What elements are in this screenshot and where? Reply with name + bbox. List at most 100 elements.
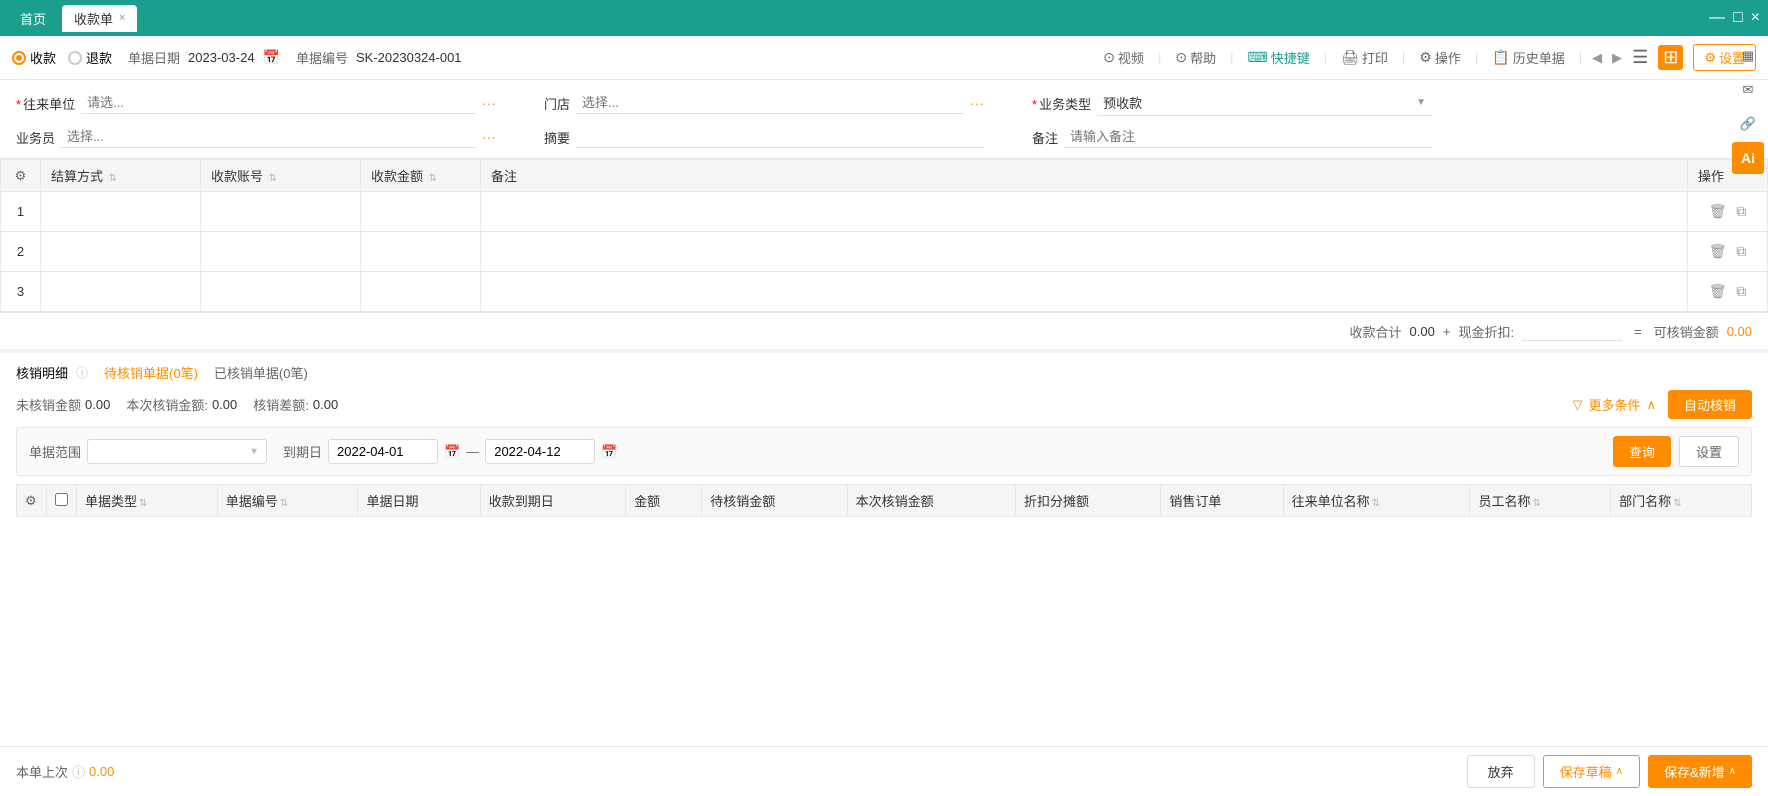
more-conditions-btn[interactable]: ▽ 更多条件 ∧ bbox=[1572, 395, 1656, 414]
discount-input[interactable] bbox=[1522, 321, 1622, 341]
window-minimize-btn[interactable]: — bbox=[1709, 9, 1725, 27]
table-settings-icon[interactable]: ⚙ bbox=[15, 168, 27, 183]
history-icon: 📋 bbox=[1492, 49, 1509, 66]
biz-type-chevron-icon: ▼ bbox=[1416, 97, 1426, 108]
print-btn[interactable]: 🖨 打印 bbox=[1337, 46, 1392, 69]
staff-input[interactable] bbox=[61, 126, 476, 148]
window-maximize-btn[interactable]: □ bbox=[1733, 9, 1743, 27]
remark-cell-2[interactable] bbox=[481, 232, 1688, 272]
auto-verify-btn[interactable]: 自动核销 bbox=[1668, 390, 1752, 419]
copy-row-2-icon[interactable]: ⧉ bbox=[1736, 243, 1746, 259]
nav-prev-icon[interactable]: ◀ bbox=[1592, 50, 1602, 66]
account-cell-3[interactable] bbox=[201, 272, 361, 312]
remark-cell-3[interactable] bbox=[481, 272, 1688, 312]
form-section: *往来单位 ··· 门店 ··· *业务类型 预收款 ▼ 业务员 bbox=[0, 80, 1768, 159]
nav-next-icon[interactable]: ▶ bbox=[1612, 50, 1622, 66]
account-cell-1[interactable] bbox=[201, 192, 361, 232]
window-close-btn[interactable]: × bbox=[1751, 9, 1760, 27]
video-btn[interactable]: ⊙ 视频 bbox=[1099, 46, 1148, 69]
doc-date-field: 单据日期 2023-03-24 📅 bbox=[128, 48, 280, 67]
help-icon: ⊙ bbox=[1175, 49, 1187, 66]
video-icon: ⊙ bbox=[1103, 49, 1115, 66]
save-new-btn[interactable]: 保存&新增 ∧ bbox=[1648, 755, 1752, 788]
settlement-cell-1[interactable] bbox=[41, 192, 201, 232]
amount-cell-3[interactable] bbox=[361, 272, 481, 312]
remark-cell-1[interactable] bbox=[481, 192, 1688, 232]
toolbar-right: ⊙ 视频 | ⊙ 帮助 | ⌨ 快捷键 | 🖨 打印 | ⚙ 操作 bbox=[1099, 44, 1756, 71]
range-field: 单据范围 ▼ bbox=[29, 439, 267, 464]
doc-no-value: SK-20230324-001 bbox=[356, 50, 462, 65]
link-icon: 🔗 bbox=[1740, 116, 1756, 132]
summary-input[interactable] bbox=[576, 126, 984, 148]
select-all-checkbox[interactable] bbox=[55, 493, 68, 506]
verify-table: ⚙ 单据类型⇅ 单据编号⇅ 单据日期 收款到期日 金额 待核销金额 本次核销金额… bbox=[16, 484, 1752, 517]
table-row: 3 🗑 ⧉ bbox=[1, 272, 1768, 312]
settlement-cell-2[interactable] bbox=[41, 232, 201, 272]
date-to-input[interactable] bbox=[485, 439, 595, 464]
save-new-chevron-icon: ∧ bbox=[1729, 766, 1736, 777]
counterpart-more-icon[interactable]: ··· bbox=[482, 95, 496, 111]
store-more-icon[interactable]: ··· bbox=[970, 95, 984, 111]
counterpart-input[interactable] bbox=[81, 92, 476, 114]
staff-more-icon[interactable]: ··· bbox=[482, 129, 496, 145]
bottom-table-container: ⚙ 单据类型⇅ 单据编号⇅ 单据日期 收款到期日 金额 待核销金额 本次核销金额… bbox=[16, 484, 1752, 736]
remark-input[interactable] bbox=[1064, 126, 1432, 148]
settlement-sort-icon: ⇅ bbox=[109, 173, 117, 184]
calendar-icon[interactable]: 📅 bbox=[263, 49, 280, 66]
tab-home[interactable]: 首页 bbox=[8, 5, 58, 32]
verify-info-icon[interactable]: ⓘ bbox=[76, 364, 88, 381]
side-email-icon[interactable]: ✉ bbox=[1732, 74, 1764, 106]
filter-icon: ▽ bbox=[1572, 397, 1582, 413]
tab-receipt[interactable]: 收款单 × bbox=[62, 5, 137, 32]
due-date-field: 到期日 📅 — 📅 bbox=[283, 439, 617, 464]
delete-row-3-icon[interactable]: 🗑 bbox=[1709, 283, 1727, 299]
range-select[interactable] bbox=[87, 439, 267, 464]
settlement-cell-3[interactable] bbox=[41, 272, 201, 312]
delete-row-1-icon[interactable]: 🗑 bbox=[1709, 203, 1727, 219]
date-from-input[interactable] bbox=[328, 439, 438, 464]
grid-view-icon[interactable]: ⊞ bbox=[1658, 45, 1683, 70]
save-draft-chevron-icon: ∧ bbox=[1616, 766, 1623, 777]
account-cell-2[interactable] bbox=[201, 232, 361, 272]
radio-receipt[interactable]: 收款 bbox=[12, 48, 56, 67]
radio-refund-circle bbox=[68, 51, 82, 65]
operations-icon: ⚙ bbox=[1419, 49, 1432, 66]
copy-row-3-icon[interactable]: ⧉ bbox=[1736, 283, 1746, 299]
save-draft-btn[interactable]: 保存草稿 ∧ bbox=[1543, 755, 1640, 788]
store-input[interactable] bbox=[576, 92, 964, 114]
bottom-actions: 放弃 保存草稿 ∧ 保存&新增 ∧ bbox=[1467, 755, 1752, 788]
date-from-calendar-icon[interactable]: 📅 bbox=[444, 444, 460, 460]
pending-tab[interactable]: 待核销单据(0笔) bbox=[104, 363, 198, 382]
query-btn[interactable]: 查询 bbox=[1613, 436, 1671, 467]
help-btn[interactable]: ⊙ 帮助 bbox=[1171, 46, 1220, 69]
side-ai-icon[interactable]: Ai bbox=[1732, 142, 1764, 174]
operations-btn[interactable]: ⚙ 操作 bbox=[1415, 46, 1465, 69]
history-btn[interactable]: 📋 历史单据 bbox=[1488, 46, 1568, 69]
bottom-info-icon[interactable]: ⓘ bbox=[72, 762, 85, 781]
filter-settings-btn[interactable]: 设置 bbox=[1679, 436, 1739, 467]
side-table-icon[interactable]: ▦ bbox=[1732, 40, 1764, 72]
abandon-btn[interactable]: 放弃 bbox=[1467, 755, 1535, 788]
main-area: 收款 退款 单据日期 2023-03-24 📅 单据编号 SK-20230324… bbox=[0, 36, 1768, 796]
table-section: ⚙ 结算方式 ⇅ 收款账号 ⇅ 收款金额 ⇅ 备注 bbox=[0, 159, 1768, 312]
settings-gear-icon: ⚙ bbox=[1704, 50, 1716, 66]
delete-row-2-icon[interactable]: 🗑 bbox=[1709, 243, 1727, 259]
done-tab[interactable]: 已核销单据(0笔) bbox=[214, 363, 308, 382]
list-view-icon[interactable]: ☰ bbox=[1632, 47, 1648, 68]
copy-row-1-icon[interactable]: ⧉ bbox=[1736, 203, 1746, 219]
bottom-bar: 本单上次 ⓘ 0.00 放弃 保存草稿 ∧ 保存&新增 ∧ bbox=[0, 746, 1768, 796]
bottom-info: 本单上次 ⓘ 0.00 bbox=[16, 762, 114, 781]
amount-cell-1[interactable] bbox=[361, 192, 481, 232]
radio-refund[interactable]: 退款 bbox=[68, 48, 112, 67]
shortcut-btn[interactable]: ⌨ 快捷键 bbox=[1243, 46, 1313, 69]
biz-type-select[interactable]: 预收款 ▼ bbox=[1097, 90, 1432, 116]
side-link-icon[interactable]: 🔗 bbox=[1732, 108, 1764, 140]
date-to-calendar-icon[interactable]: 📅 bbox=[601, 444, 617, 460]
dept-sort-icon: ⇅ bbox=[1673, 498, 1681, 509]
verify-table-settings-icon[interactable]: ⚙ bbox=[25, 493, 37, 508]
receipt-table: ⚙ 结算方式 ⇅ 收款账号 ⇅ 收款金额 ⇅ 备注 bbox=[0, 159, 1768, 312]
amount-cell-2[interactable] bbox=[361, 232, 481, 272]
tab-close-icon[interactable]: × bbox=[119, 12, 125, 24]
amount-sort-icon: ⇅ bbox=[429, 173, 437, 184]
shortcut-icon: ⌨ bbox=[1247, 49, 1267, 66]
